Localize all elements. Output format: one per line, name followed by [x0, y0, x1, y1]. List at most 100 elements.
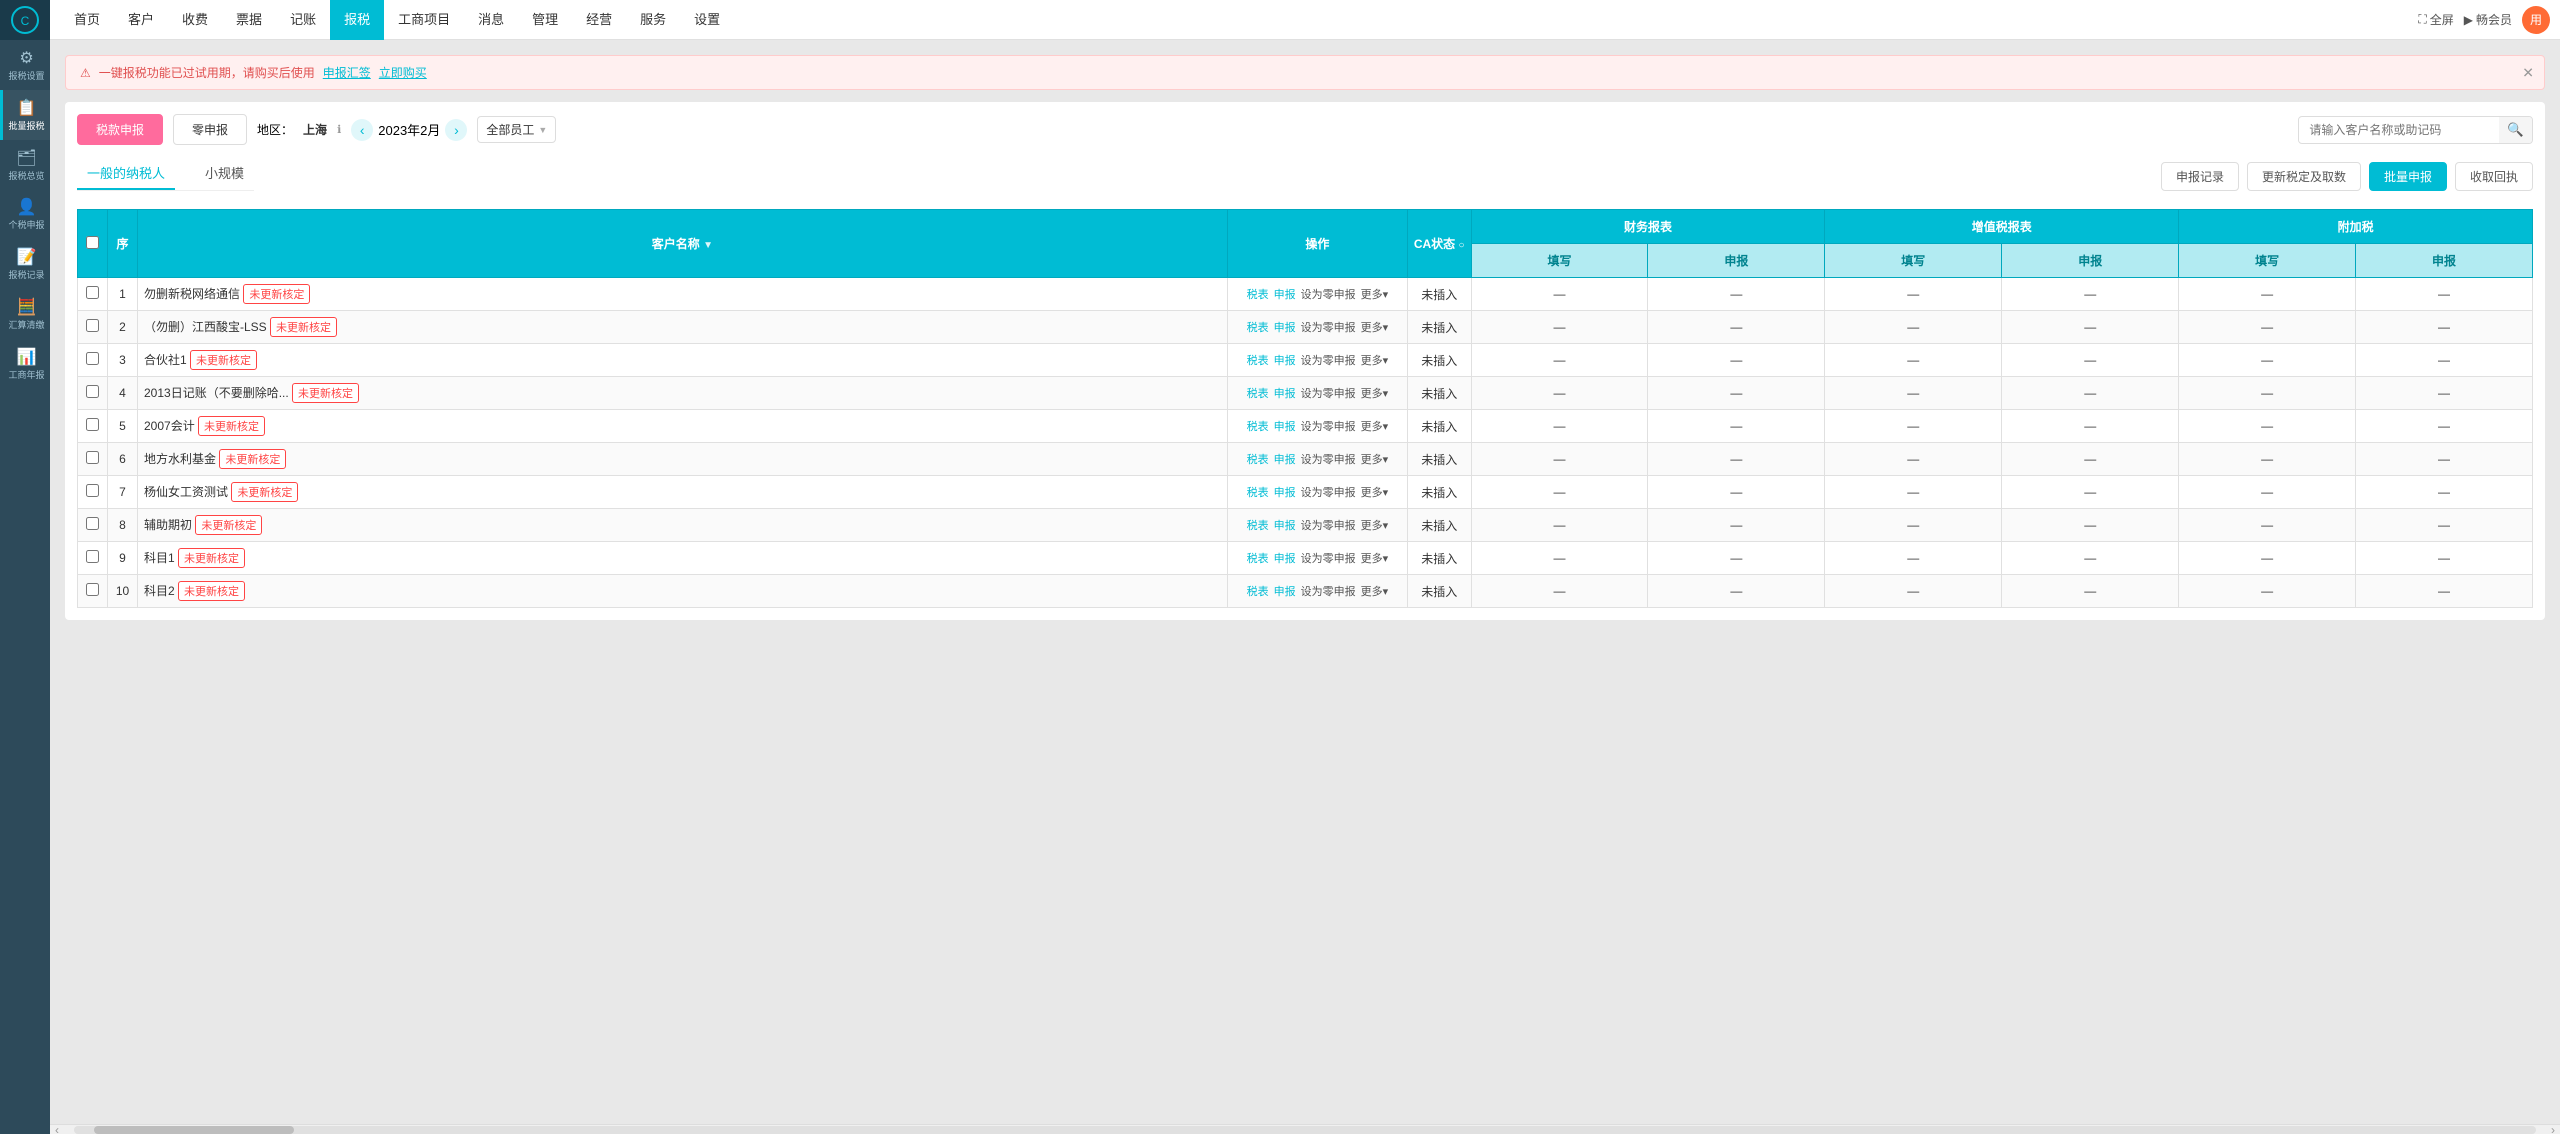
row-checkbox-9[interactable] — [78, 575, 108, 608]
row-check-2[interactable] — [86, 352, 99, 365]
notice-link-declare[interactable]: 申报汇签 — [323, 64, 371, 81]
op-more-4[interactable]: 更多▾ — [1361, 418, 1389, 434]
op-declare-3[interactable]: 申报 — [1274, 385, 1296, 401]
row-checkbox-7[interactable] — [78, 509, 108, 542]
op-declare-5[interactable]: 申报 — [1274, 451, 1296, 467]
op-zero-declare-9[interactable]: 设为零申报 — [1301, 583, 1356, 599]
op-declare-9[interactable]: 申报 — [1274, 583, 1296, 599]
op-tax-form-9[interactable]: 税表 — [1247, 583, 1269, 599]
row-check-1[interactable] — [86, 319, 99, 332]
nav-settings[interactable]: 设置 — [680, 0, 734, 40]
batch-declare-button[interactable]: 批量申报 — [2369, 162, 2447, 191]
op-zero-declare-0[interactable]: 设为零申报 — [1301, 286, 1356, 302]
row-checkbox-0[interactable] — [78, 278, 108, 311]
op-declare-8[interactable]: 申报 — [1274, 550, 1296, 566]
row-checkbox-1[interactable] — [78, 311, 108, 344]
op-tax-form-1[interactable]: 税表 — [1247, 319, 1269, 335]
op-more-7[interactable]: 更多▾ — [1361, 517, 1389, 533]
nav-collection[interactable]: 收费 — [168, 0, 222, 40]
sidebar-item-tax-records[interactable]: 📝 报税记录 — [0, 239, 50, 289]
row-check-4[interactable] — [86, 418, 99, 431]
op-more-1[interactable]: 更多▾ — [1361, 319, 1389, 335]
op-zero-declare-8[interactable]: 设为零申报 — [1301, 550, 1356, 566]
app-logo[interactable]: C — [0, 0, 50, 40]
scroll-right-arrow[interactable]: › — [2546, 1123, 2560, 1134]
search-button[interactable]: 🔍 — [2499, 117, 2532, 143]
sidebar-item-tax-settings[interactable]: ⚙ 报税设置 — [0, 40, 50, 90]
row-checkbox-3[interactable] — [78, 377, 108, 410]
op-zero-declare-3[interactable]: 设为零申报 — [1301, 385, 1356, 401]
sub-tab-small[interactable]: 小规模 — [195, 157, 254, 190]
retrieve-back-button[interactable]: 收取回执 — [2455, 162, 2533, 191]
sub-tab-general[interactable]: 一般的纳税人 — [77, 157, 175, 190]
select-all-checkbox[interactable] — [86, 236, 99, 249]
op-tax-form-4[interactable]: 税表 — [1247, 418, 1269, 434]
tab-tax-declare[interactable]: 税款申报 — [77, 114, 163, 145]
row-check-9[interactable] — [86, 583, 99, 596]
date-prev-button[interactable]: ‹ — [351, 119, 373, 141]
row-check-5[interactable] — [86, 451, 99, 464]
nav-business[interactable]: 工商项目 — [384, 0, 464, 40]
row-checkbox-6[interactable] — [78, 476, 108, 509]
op-zero-declare-4[interactable]: 设为零申报 — [1301, 418, 1356, 434]
op-zero-declare-2[interactable]: 设为零申报 — [1301, 352, 1356, 368]
nav-operation[interactable]: 经营 — [572, 0, 626, 40]
op-tax-form-8[interactable]: 税表 — [1247, 550, 1269, 566]
op-declare-0[interactable]: 申报 — [1274, 286, 1296, 302]
sidebar-item-batch-tax[interactable]: 📋 批量报税 — [0, 90, 50, 140]
nav-invoice[interactable]: 票据 — [222, 0, 276, 40]
op-zero-declare-6[interactable]: 设为零申报 — [1301, 484, 1356, 500]
op-declare-6[interactable]: 申报 — [1274, 484, 1296, 500]
op-more-0[interactable]: 更多▾ — [1361, 286, 1389, 302]
op-tax-form-5[interactable]: 税表 — [1247, 451, 1269, 467]
scroll-left-arrow[interactable]: ‹ — [50, 1123, 64, 1134]
scrollbar-thumb[interactable] — [94, 1126, 294, 1134]
op-more-6[interactable]: 更多▾ — [1361, 484, 1389, 500]
nav-accounting[interactable]: 记账 — [276, 0, 330, 40]
notice-close-button[interactable]: ✕ — [2522, 64, 2534, 81]
sidebar-item-personal-tax[interactable]: 👤 个税申报 — [0, 189, 50, 239]
op-tax-form-7[interactable]: 税表 — [1247, 517, 1269, 533]
row-check-7[interactable] — [86, 517, 99, 530]
dept-selector[interactable]: 全部员工 ▼ — [477, 116, 556, 143]
op-more-3[interactable]: 更多▾ — [1361, 385, 1389, 401]
sidebar-item-tax-overview[interactable]: 🗂 报税总览 — [0, 140, 50, 190]
op-declare-7[interactable]: 申报 — [1274, 517, 1296, 533]
row-check-8[interactable] — [86, 550, 99, 563]
op-tax-form-2[interactable]: 税表 — [1247, 352, 1269, 368]
th-client-name[interactable]: 客户名称 ▼ — [138, 210, 1228, 278]
op-zero-declare-5[interactable]: 设为零申报 — [1301, 451, 1356, 467]
row-checkbox-5[interactable] — [78, 443, 108, 476]
nav-tax[interactable]: 报税 — [330, 0, 384, 40]
op-declare-2[interactable]: 申报 — [1274, 352, 1296, 368]
row-check-0[interactable] — [86, 286, 99, 299]
op-declare-1[interactable]: 申报 — [1274, 319, 1296, 335]
fullscreen-button[interactable]: ⛶ 全屏 — [2418, 11, 2453, 28]
row-checkbox-4[interactable] — [78, 410, 108, 443]
update-quota-button[interactable]: 更新税定及取数 — [2247, 162, 2361, 191]
op-zero-declare-1[interactable]: 设为零申报 — [1301, 319, 1356, 335]
op-more-2[interactable]: 更多▾ — [1361, 352, 1389, 368]
user-avatar[interactable]: 用 — [2522, 6, 2550, 34]
op-more-9[interactable]: 更多▾ — [1361, 583, 1389, 599]
op-tax-form-0[interactable]: 税表 — [1247, 286, 1269, 302]
op-zero-declare-7[interactable]: 设为零申报 — [1301, 517, 1356, 533]
date-next-button[interactable]: › — [445, 119, 467, 141]
op-tax-form-6[interactable]: 税表 — [1247, 484, 1269, 500]
row-checkbox-2[interactable] — [78, 344, 108, 377]
nav-customer[interactable]: 客户 — [114, 0, 168, 40]
sidebar-item-business-report[interactable]: 📊 工商年报 — [0, 339, 50, 389]
row-check-3[interactable] — [86, 385, 99, 398]
nav-management[interactable]: 管理 — [518, 0, 572, 40]
horizontal-scrollbar[interactable]: ‹ › — [50, 1124, 2560, 1134]
search-input[interactable] — [2299, 118, 2499, 142]
sidebar-item-calc-clear[interactable]: 🧮 汇算清缴 — [0, 289, 50, 339]
op-tax-form-3[interactable]: 税表 — [1247, 385, 1269, 401]
region-info-icon[interactable]: ℹ — [337, 123, 341, 136]
notice-link-buy[interactable]: 立即购买 — [379, 64, 427, 81]
nav-home[interactable]: 首页 — [60, 0, 114, 40]
op-more-5[interactable]: 更多▾ — [1361, 451, 1389, 467]
tab-zero-declare[interactable]: 零申报 — [173, 114, 247, 145]
op-declare-4[interactable]: 申报 — [1274, 418, 1296, 434]
member-button[interactable]: ▶ 畅会员 — [2464, 11, 2512, 28]
